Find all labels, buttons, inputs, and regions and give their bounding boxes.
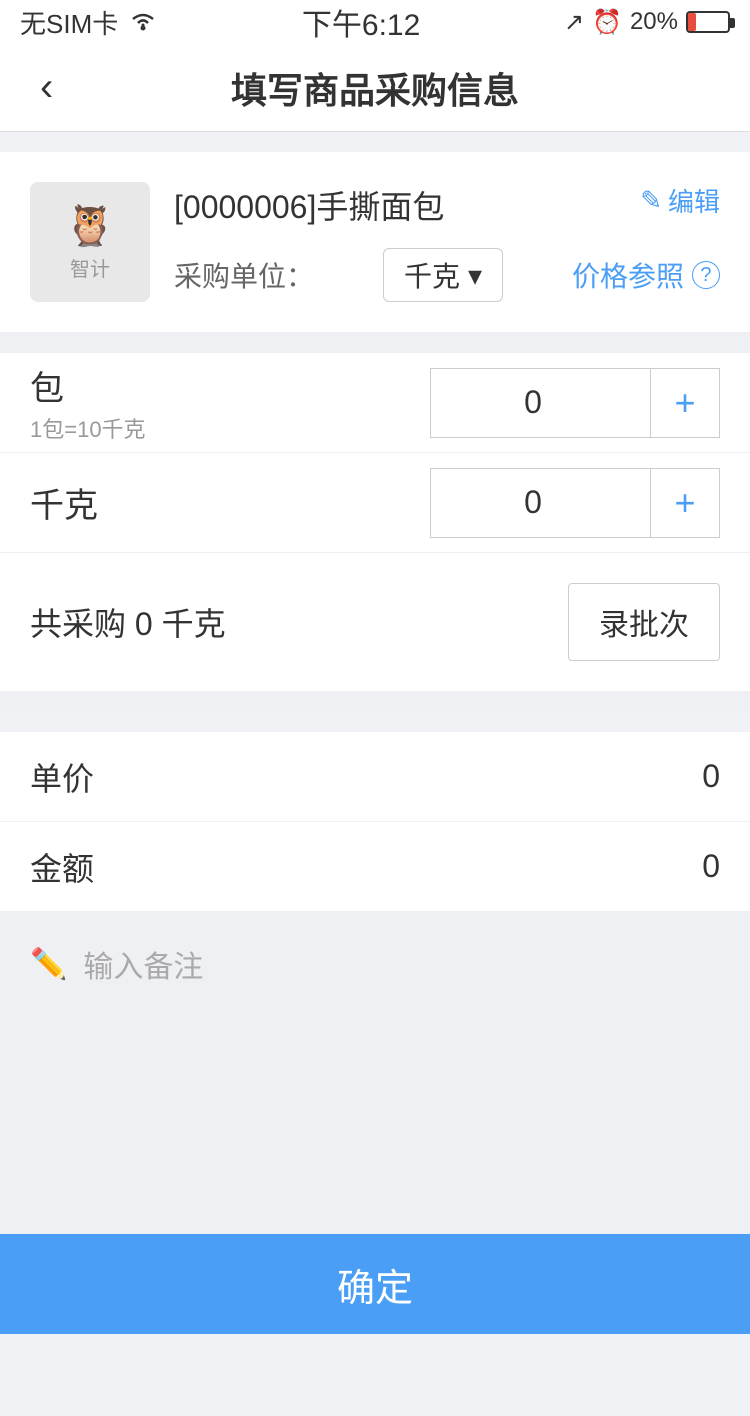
alarm-icon: ⏰ — [592, 8, 622, 37]
product-info: [0000006]手撕面包 ✎ 编辑 采购单位： 千克 ▾ 价格参照 ? — [174, 182, 720, 302]
product-name: [0000006]手撕面包 — [174, 182, 444, 228]
amount-label: 金额 — [30, 844, 94, 890]
carrier-label: 无SIM卡 — [20, 4, 118, 41]
edit-button[interactable]: ✎ 编辑 — [640, 182, 720, 219]
info-section: 单价 0 金额 0 — [0, 732, 750, 912]
batch-button[interactable]: 录批次 — [568, 583, 720, 661]
unit-price-label: 单价 — [30, 754, 94, 800]
product-header: [0000006]手撕面包 ✎ 编辑 — [174, 182, 720, 228]
summary-row: 共采购 0 千克 录批次 — [0, 553, 750, 692]
bag-qty-input[interactable] — [430, 368, 650, 438]
battery-icon — [686, 11, 730, 33]
section-divider-1 — [0, 333, 750, 353]
unit-price-value: 0 — [702, 758, 720, 795]
amount-value: 0 — [702, 848, 720, 885]
note-section[interactable]: ✏️ 输入备注 — [0, 912, 750, 1016]
kg-input-row: 千克 + — [0, 453, 750, 553]
owl-icon: 🦉 — [65, 202, 115, 249]
bag-label-group: 包 1包=10千克 — [30, 361, 210, 444]
purchase-unit-row: 采购单位： 千克 ▾ 价格参照 ? — [174, 248, 720, 302]
bag-input-row: 包 1包=10千克 + — [0, 353, 750, 453]
kg-qty-input[interactable] — [430, 468, 650, 538]
product-image: 🦉 智计 — [30, 182, 150, 302]
amount-row: 金额 0 — [0, 822, 750, 912]
location-icon: ↗ — [564, 8, 584, 37]
status-time: 下午6:12 — [302, 0, 420, 44]
nav-title: 填写商品采购信息 — [231, 62, 519, 114]
pencil-icon: ✏️ — [30, 947, 67, 982]
unit-price-row: 单价 0 — [0, 732, 750, 822]
battery-percent: 20% — [630, 8, 678, 36]
summary-text: 共采购 0 千克 — [30, 599, 226, 645]
chevron-down-icon: ▾ — [468, 259, 482, 292]
product-card: 🦉 智计 [0000006]手撕面包 ✎ 编辑 采购单位： 千克 ▾ — [0, 152, 750, 333]
bag-input-control: + — [430, 368, 720, 438]
wifi-icon — [128, 7, 158, 38]
kg-input-control: + — [430, 468, 720, 538]
note-placeholder: 输入备注 — [83, 942, 203, 986]
owl-label: 智计 — [70, 253, 110, 282]
bag-label: 包 — [30, 361, 210, 410]
bag-sub: 1包=10千克 — [30, 412, 210, 444]
unit-select[interactable]: 千克 ▾ — [383, 248, 503, 302]
kg-label-group: 千克 — [30, 478, 210, 527]
status-right: ↗ ⏰ 20% — [564, 8, 730, 37]
status-bar: 无SIM卡 下午6:12 ↗ ⏰ 20% — [0, 0, 750, 44]
help-icon: ? — [692, 261, 720, 289]
edit-icon: ✎ — [640, 185, 662, 216]
back-button[interactable]: ‹ — [30, 55, 63, 120]
price-ref-button[interactable]: 价格参照 ? — [572, 255, 720, 295]
input-section: 包 1包=10千克 + 千克 + — [0, 353, 750, 553]
nav-bar: ‹ 填写商品采购信息 — [0, 44, 750, 132]
section-divider-2 — [0, 692, 750, 712]
kg-plus-button[interactable]: + — [650, 468, 720, 538]
kg-label: 千克 — [30, 478, 210, 527]
status-left: 无SIM卡 — [20, 4, 158, 41]
confirm-button[interactable]: 确定 — [0, 1234, 750, 1334]
bag-plus-button[interactable]: + — [650, 368, 720, 438]
summary-value: 0 — [135, 606, 153, 642]
purchase-unit-label: 采购单位： — [174, 255, 314, 295]
